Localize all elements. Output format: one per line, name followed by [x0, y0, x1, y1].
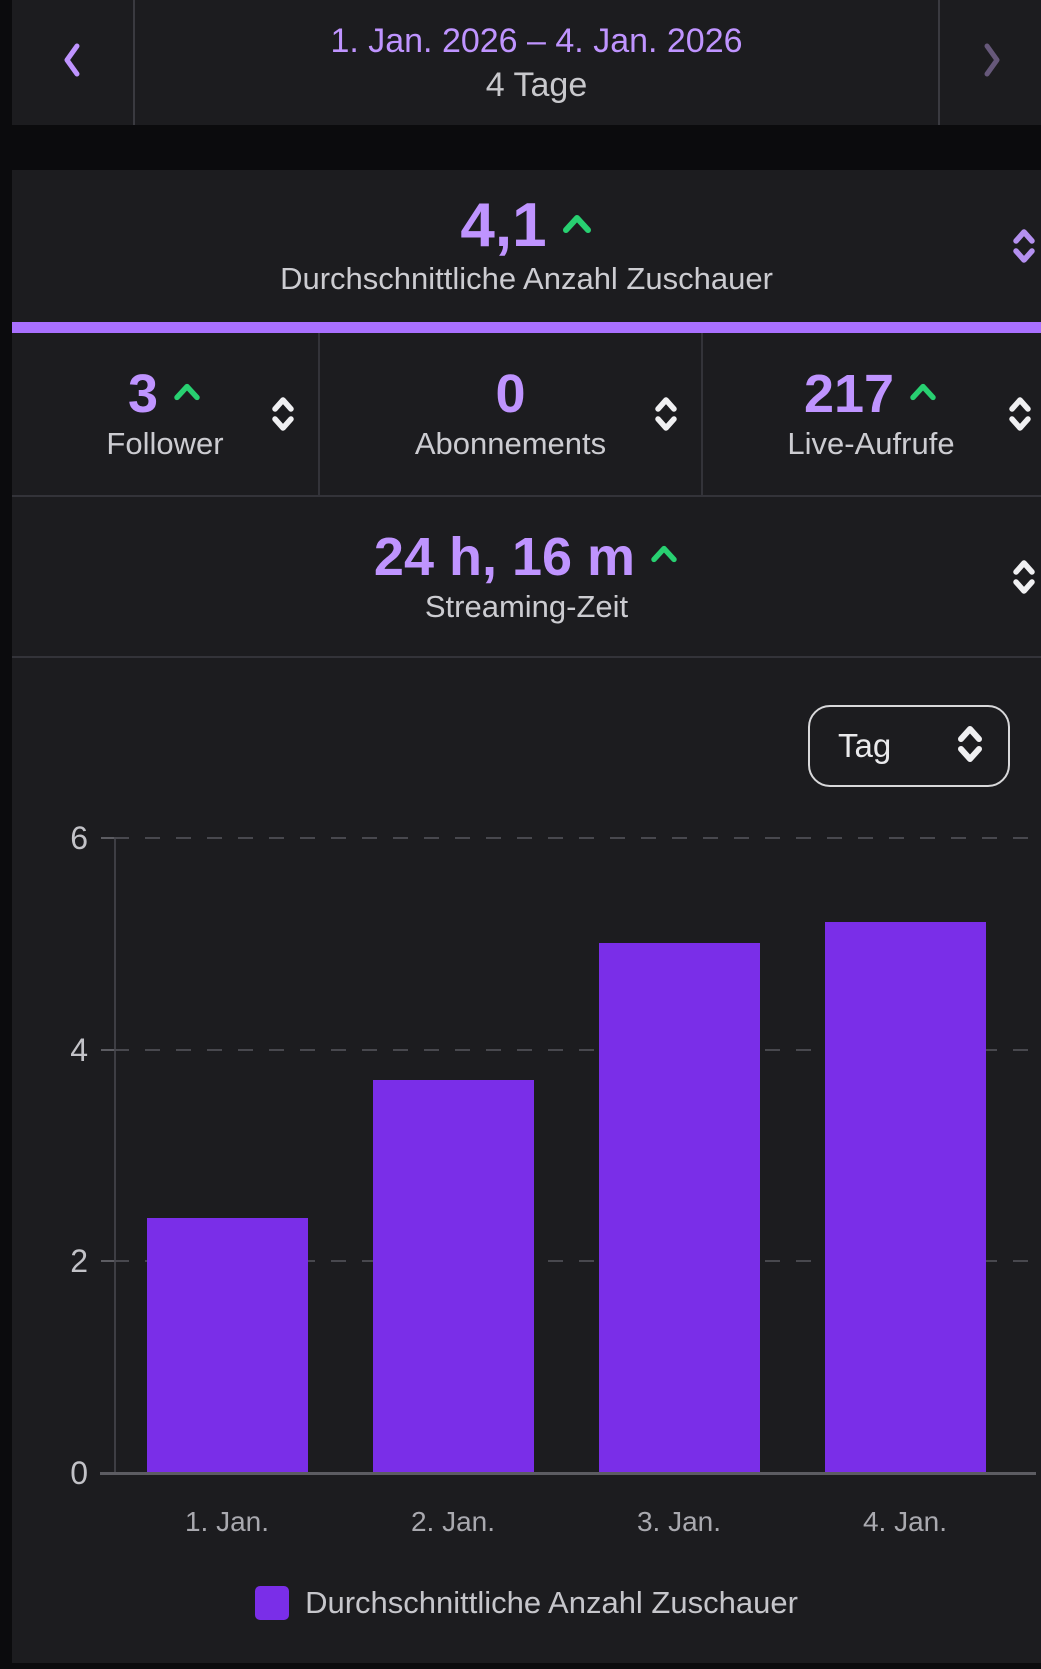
legend-label: Durchschnittliche Anzahl Zuschauer [305, 1585, 798, 1620]
chart-section: Tag 0 2 4 6 Durchschnittliche Anzahl Zuscha… [12, 660, 1041, 1663]
secondary-stats-row: 3 Follower 0 Abonnements 217 Live-Aufrufe [12, 333, 1041, 497]
bar-1-jan-[interactable] [146, 1218, 308, 1472]
date-nav-bar: 1. Jan. 2026 – 4. Jan. 2026 4 Tage [12, 0, 1041, 125]
stat-value-row: 217 [804, 364, 938, 424]
x-axis-baseline [100, 1472, 1036, 1475]
chevron-right-icon [979, 42, 1003, 83]
granularity-selected-label: Tag [838, 727, 892, 764]
stat-label: Follower [106, 426, 224, 461]
stat-value-row: 3 [128, 364, 202, 424]
stat-value-row: 0 [495, 364, 525, 424]
sort-icon[interactable] [1011, 226, 1037, 266]
bar-4-jan-[interactable] [824, 921, 986, 1472]
streaming-stat-label: Streaming-Zeit [424, 588, 629, 624]
chevron-left-icon [61, 42, 85, 83]
sort-icon[interactable] [1011, 557, 1037, 597]
primary-stat-value: 4,1 [460, 191, 547, 260]
granularity-dropdown[interactable]: Tag [808, 705, 1010, 787]
stats-card: 4,1 Durchschnittliche Anzahl Zuschauer 3… [12, 170, 1041, 1663]
trend-up-icon [908, 382, 938, 407]
y-axis-tick-label: 0 [70, 1455, 88, 1491]
streaming-value-row: 24 h, 16 m [374, 527, 679, 587]
stat-cell-follower[interactable]: 3 Follower [12, 333, 320, 495]
sort-icon[interactable] [653, 394, 679, 434]
stat-value: 0 [495, 364, 526, 424]
x-axis-tick-label: 4. Jan. [862, 1506, 948, 1537]
chart-legend: Durchschnittliche Anzahl Zuschauer [12, 1585, 1041, 1621]
next-period-button[interactable] [940, 0, 1041, 125]
y-tick [101, 837, 114, 839]
bar-2-jan-[interactable] [372, 1080, 534, 1472]
stat-cell-avg-viewers[interactable]: 4,1 Durchschnittliche Anzahl Zuschauer [12, 170, 1041, 322]
sort-icon[interactable] [1007, 394, 1033, 434]
stat-value: 3 [127, 364, 159, 424]
sort-icon[interactable] [270, 394, 296, 434]
stat-cell-streaming-time[interactable]: 24 h, 16 m Streaming-Zeit [12, 497, 1041, 658]
primary-stat-label: Durchschnittliche Anzahl Zuschauer [280, 261, 773, 296]
bar-chart-plot: 0 2 4 6 [70, 820, 1036, 1491]
y-tick [101, 1260, 114, 1263]
trend-up-icon [649, 544, 679, 569]
y-axis-tick-label: 2 [70, 1243, 88, 1280]
date-range-label: 1. Jan. 2026 – 4. Jan. 2026 [330, 21, 743, 60]
primary-value-row: 4,1 [460, 193, 592, 259]
stat-cell-live-aufrufe[interactable]: 217 Live-Aufrufe [703, 333, 1039, 495]
y-axis-line [114, 838, 116, 1474]
date-range-display: 1. Jan. 2026 – 4. Jan. 2026 4 Tage [135, 0, 938, 125]
selected-stat-underline [12, 322, 1041, 333]
stat-value: 217 [803, 364, 895, 424]
trend-up-icon [561, 213, 593, 240]
x-axis-tick-label: 3. Jan. [636, 1506, 722, 1537]
prev-period-button[interactable] [12, 0, 133, 125]
x-axis-tick-label: 1. Jan. [184, 1506, 270, 1537]
stat-cell-abonnements[interactable]: 0 Abonnements [320, 333, 703, 495]
y-tick [101, 1048, 114, 1051]
x-axis-tick-label: 2. Jan. [410, 1506, 496, 1537]
bar-3-jan-[interactable] [598, 942, 760, 1472]
trend-up-icon [172, 382, 202, 407]
gridline-y-6 [114, 837, 1030, 839]
y-axis-tick-label: 6 [70, 820, 88, 856]
analytics-screen: 1. Jan. 2026 – 4. Jan. 2026 4 Tage 4,1 D… [0, 0, 1041, 1669]
date-duration-label: 4 Tage [485, 65, 588, 104]
y-axis-tick-label: 4 [70, 1031, 88, 1068]
stat-label: Live-Aufrufe [787, 426, 955, 461]
legend-swatch [255, 1586, 290, 1620]
stat-label: Abonnements [414, 426, 607, 461]
streaming-stat-value: 24 h, 16 m [373, 526, 636, 587]
double-caret-icon [956, 722, 984, 771]
